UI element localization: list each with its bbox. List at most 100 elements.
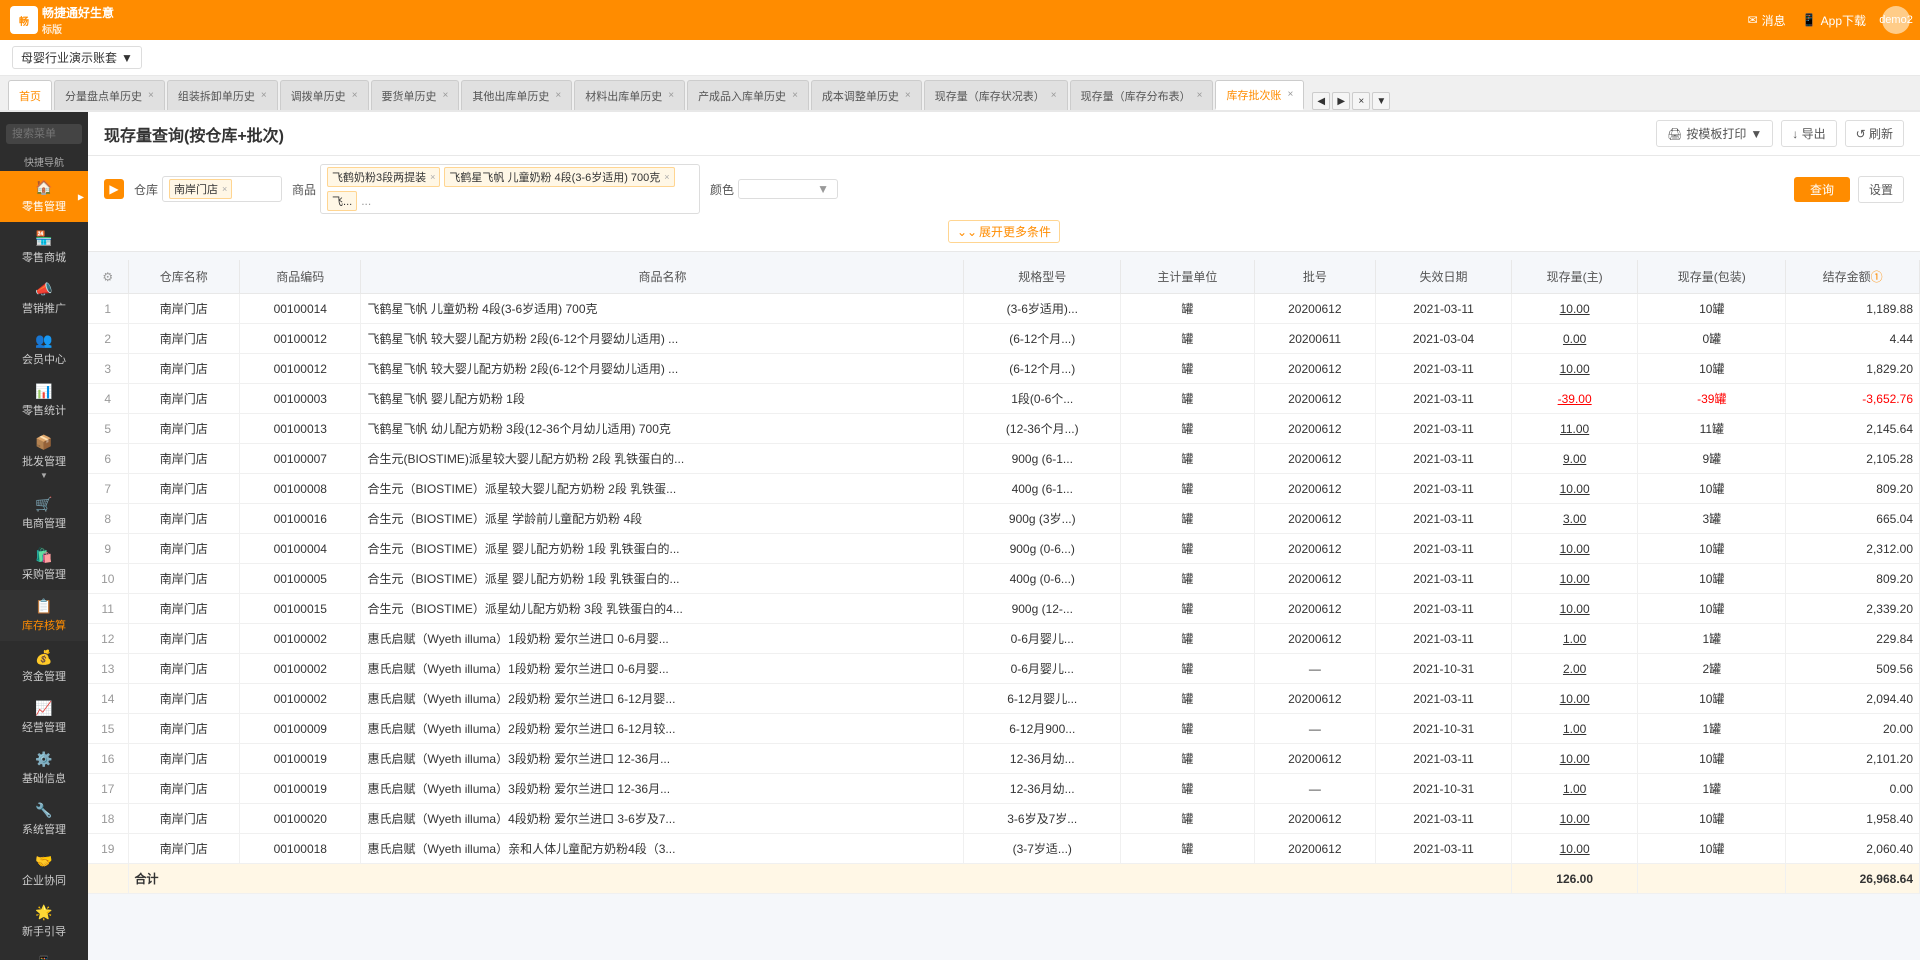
qty-main-link[interactable]: 10.00 [1560,362,1590,376]
sidebar-item-xitongguanli[interactable]: 🔧 系统管理 [0,794,88,845]
warehouse-tag-close[interactable]: × [222,184,227,194]
tab-cailiao[interactable]: 材料出库单历史 × [574,80,685,110]
app-download-link[interactable]: 📱 App下载 [1802,12,1866,29]
row-qty-main[interactable]: 10.00 [1512,294,1638,324]
print-button[interactable]: 🖨 按模板打印 ▼ [1656,120,1773,147]
tab-zuzhuang[interactable]: 组装拆卸单历史 × [167,80,278,110]
close-icon[interactable]: × [443,90,449,101]
table-container[interactable]: ⚙ 仓库名称 商品编码 商品名称 规格型号 主计量单位 批号 失效日期 现存量(… [88,252,1920,960]
qty-main-link[interactable]: 10.00 [1560,692,1590,706]
sidebar-item-zijin[interactable]: 💰 资金管理 [0,641,88,692]
row-qty-main[interactable]: 2.00 [1512,654,1638,684]
close-icon[interactable]: × [352,90,358,101]
product-tag-1-close[interactable]: × [430,172,435,182]
settings-col-icon[interactable]: ⚙ [102,270,113,284]
close-icon[interactable]: × [668,90,674,101]
tab-chengben[interactable]: 成本调整单历史 × [811,80,922,110]
tab-xiancunliang-kucun[interactable]: 现存量（库存状况表） × [924,80,1068,110]
sidebar-item-huiyuan[interactable]: 👥 会员中心 [0,324,88,375]
tab-yaohuo[interactable]: 要货单历史 × [371,80,460,110]
row-qty-main[interactable]: 11.00 [1512,414,1638,444]
export-button[interactable]: ↓ 导出 [1781,120,1836,147]
close-icon[interactable]: × [1197,90,1203,101]
search-input[interactable] [6,124,82,144]
tab-qitachuku[interactable]: 其他出库单历史 × [461,80,572,110]
qty-main-link[interactable]: 1.00 [1563,632,1586,646]
qty-main-link[interactable]: 0.00 [1563,332,1586,346]
refresh-button[interactable]: ↺ 刷新 [1845,120,1904,147]
tab-close-btn[interactable]: × [1352,92,1370,110]
row-qty-main[interactable]: 1.00 [1512,774,1638,804]
filter-expand-left-btn[interactable]: ▶ [104,179,124,199]
tab-next-btn[interactable]: ▶ [1332,92,1350,110]
qty-main-link[interactable]: 1.00 [1563,722,1586,736]
tab-menu-btn[interactable]: ▼ [1372,92,1390,110]
account-selector[interactable]: 母婴行业演示账套 ▼ [12,46,142,69]
close-icon[interactable]: × [1051,90,1057,101]
avatar[interactable]: demo2 [1882,6,1910,34]
sidebar-item-lingsoututji[interactable]: 📊 零售统计 [0,375,88,426]
tab-chanchengpin[interactable]: 产成品入库单历史 × [687,80,809,110]
row-qty-main[interactable]: 3.00 [1512,504,1638,534]
sidebar-item-dianshang[interactable]: 🛒 电商管理 [0,488,88,539]
close-icon[interactable]: × [792,90,798,101]
messages-link[interactable]: ✉ 消息 [1748,12,1786,29]
sidebar-item-xinshouyindao[interactable]: 🌟 新手引导 [0,896,88,947]
expand-more-btn[interactable]: ⌄⌄ 展开更多条件 [948,220,1060,243]
row-qty-main[interactable]: 10.00 [1512,564,1638,594]
filter-ellipsis[interactable]: ... [361,194,371,208]
tab-diaobodanlishi[interactable]: 调拨单历史 × [280,80,369,110]
product-tag-2-close[interactable]: × [664,172,669,182]
amount-info-icon[interactable]: ① [1871,270,1883,284]
tab-fenliangpandian[interactable]: 分量盘点单历史 × [54,80,165,110]
row-qty-main[interactable]: 10.00 [1512,354,1638,384]
query-button[interactable]: 查询 [1794,177,1850,202]
tab-home[interactable]: 首页 [8,80,52,110]
row-qty-main[interactable]: 10.00 [1512,594,1638,624]
qty-main-link[interactable]: 3.00 [1563,512,1586,526]
qty-main-link[interactable]: 10.00 [1560,572,1590,586]
qty-main-link[interactable]: 10.00 [1560,752,1590,766]
close-icon[interactable]: × [261,90,267,101]
qty-main-link[interactable]: 10.00 [1560,542,1590,556]
qty-main-link[interactable]: 9.00 [1563,452,1586,466]
row-qty-main[interactable]: 10.00 [1512,684,1638,714]
qty-main-link[interactable]: 2.00 [1563,662,1586,676]
close-icon[interactable]: × [555,90,561,101]
row-qty-main[interactable]: 1.00 [1512,714,1638,744]
close-icon[interactable]: × [148,90,154,101]
qty-main-link[interactable]: 10.00 [1560,302,1590,316]
sidebar-item-caigou[interactable]: 🛍️ 采购管理 [0,539,88,590]
row-qty-main[interactable]: 10.00 [1512,534,1638,564]
qty-main-link[interactable]: 10.00 [1560,602,1590,616]
qty-main-link[interactable]: 10.00 [1560,812,1590,826]
sidebar-item-lingsoushangcheng[interactable]: 🏪 零售商城 [0,222,88,273]
row-qty-main[interactable]: 9.00 [1512,444,1638,474]
row-qty-main[interactable]: -39.00 [1512,384,1638,414]
color-input-box[interactable]: ▼ [738,179,838,199]
close-icon[interactable]: × [1287,89,1293,100]
qty-main-link[interactable]: 1.00 [1563,782,1586,796]
tab-kucunpici[interactable]: 库存批次账 × [1215,80,1304,110]
settings-button[interactable]: 设置 [1858,176,1904,203]
row-qty-main[interactable]: 10.00 [1512,834,1638,864]
tab-xiancunliang-fenbiao[interactable]: 现存量（库存分布表） × [1070,80,1214,110]
qty-main-link[interactable]: 10.00 [1560,842,1590,856]
row-qty-main[interactable]: 10.00 [1512,744,1638,774]
sidebar-item-yingyongzhongxin[interactable]: 📱 应用中心 [0,947,88,960]
row-qty-main[interactable]: 10.00 [1512,474,1638,504]
tab-prev-btn[interactable]: ◀ [1312,92,1330,110]
sidebar-item-pifa[interactable]: 📦 批发管理 ▼ [0,426,88,488]
sidebar-item-yingxiao[interactable]: 📣 营销推广 [0,273,88,324]
warehouse-tag-container[interactable]: 南岸门店 × [162,176,282,202]
close-icon[interactable]: × [905,90,911,101]
row-qty-main[interactable]: 1.00 [1512,624,1638,654]
qty-main-link[interactable]: 11.00 [1560,422,1589,436]
product-tag-container[interactable]: 飞鹤奶粉3段两提装 × 飞鹤星飞帆 儿童奶粉 4段(3-6岁适用) 700克 ×… [320,164,700,214]
qty-main-link[interactable]: -39.00 [1558,392,1592,406]
sidebar-item-jingying[interactable]: 📈 经营管理 [0,692,88,743]
row-qty-main[interactable]: 0.00 [1512,324,1638,354]
qty-main-link[interactable]: 10.00 [1560,482,1590,496]
sidebar-item-lingshol[interactable]: 🏠 零售管理 ▶ [0,171,88,222]
row-qty-main[interactable]: 10.00 [1512,804,1638,834]
